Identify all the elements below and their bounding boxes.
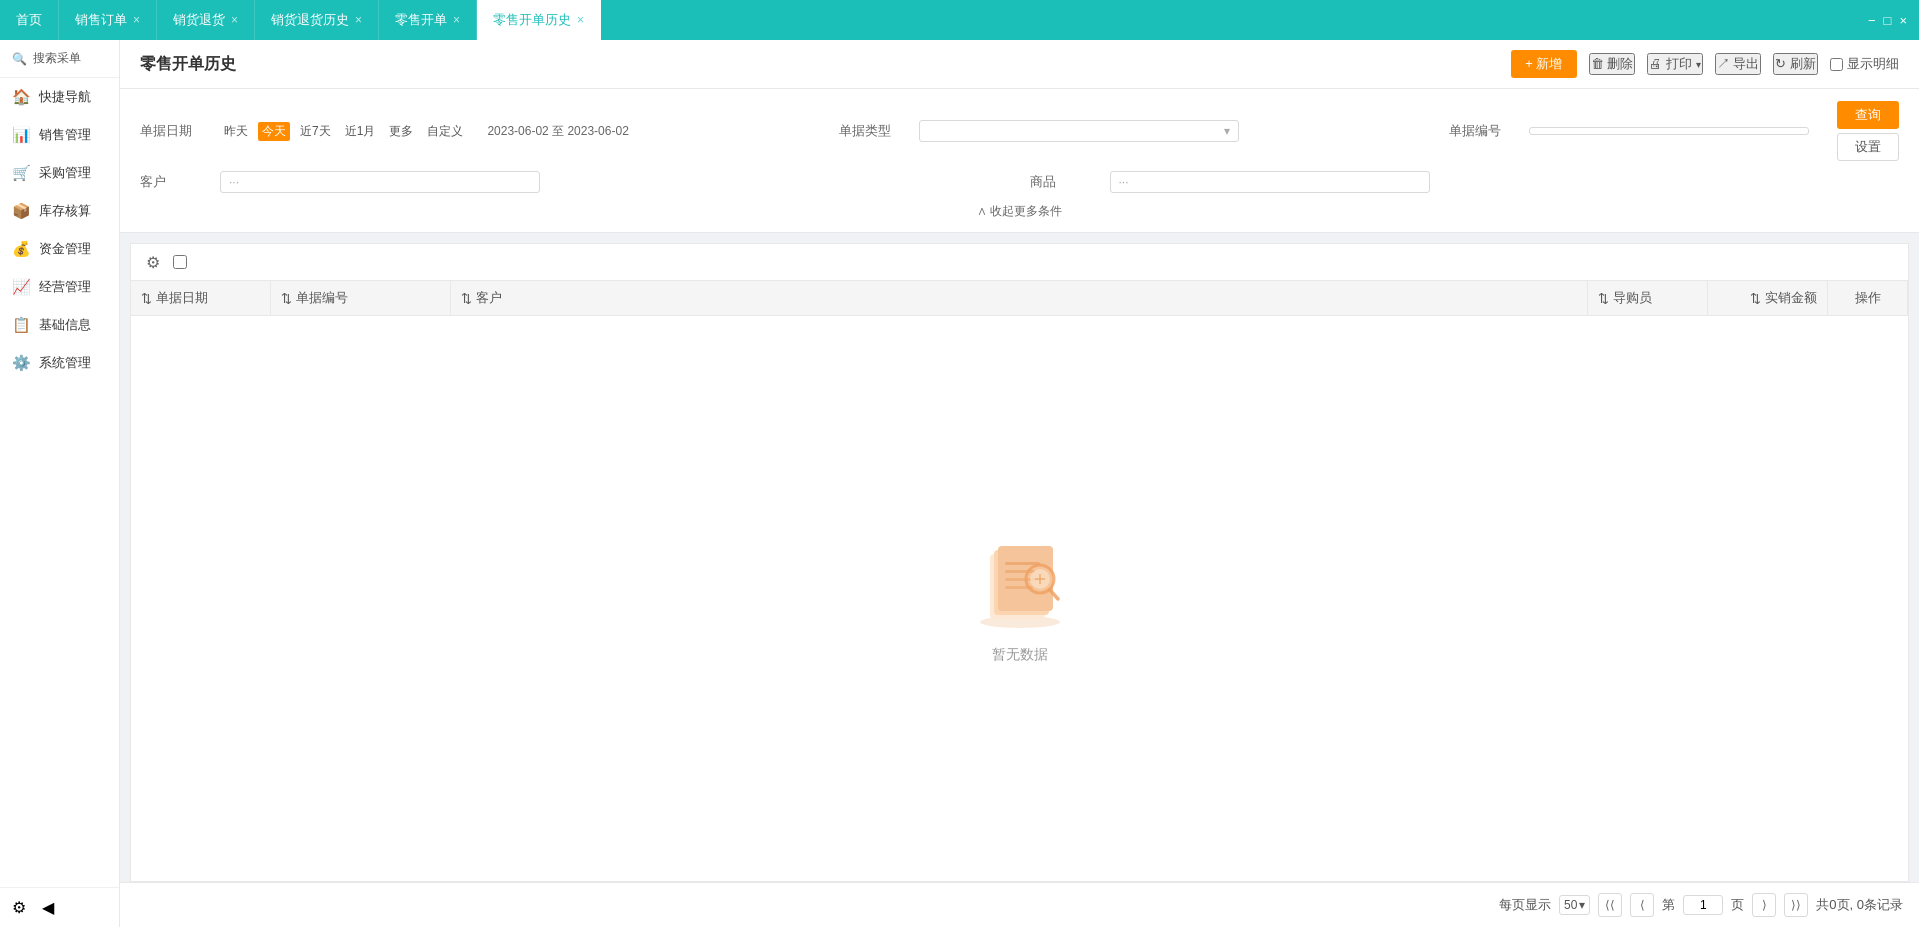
date-opt-昨天[interactable]: 昨天 [220, 122, 252, 141]
page-end-label: 页 [1731, 896, 1744, 914]
date-opt-近1月[interactable]: 近1月 [341, 122, 380, 141]
sidebar-item-finance[interactable]: 💰资金管理 [0, 230, 119, 268]
sidebar-search[interactable]: 🔍 搜索采单 [0, 40, 119, 78]
content-area: 零售开单历史 + 新增 🗑 删除 🖨 打印 ▾ ↗ 导出 ↻ 刷新 [120, 40, 1919, 927]
col-customer[interactable]: ⇅ 客户 [451, 281, 1588, 315]
tab-close-sales-return[interactable]: × [231, 13, 238, 27]
search-icon: 🔍 [12, 52, 27, 66]
page-number-input[interactable] [1683, 895, 1723, 915]
nav-tab-sales-return-history[interactable]: 销货退货历史× [255, 0, 379, 40]
nav-tab-retail-open[interactable]: 零售开单× [379, 0, 477, 40]
sidebar-item-quick-nav[interactable]: 🏠快捷导航 [0, 78, 119, 116]
date-range-text: 2023-06-02 至 2023-06-02 [487, 123, 628, 140]
date-options: 昨天今天近7天近1月更多自定义 [220, 122, 467, 141]
settings-button[interactable]: 设置 [1837, 133, 1899, 161]
num-filter-label: 单据编号 [1449, 122, 1509, 140]
nav-tabs: 首页销售订单×销货退货×销货退货历史×零售开单×零售开单历史× [0, 0, 1856, 40]
query-button[interactable]: 查询 [1837, 101, 1899, 129]
col-num[interactable]: ⇅ 单据编号 [271, 281, 451, 315]
main-layout: 🔍 搜索采单 🏠快捷导航📊销售管理🛒采购管理📦库存核算💰资金管理📈经营管理📋基础… [0, 40, 1919, 927]
customer-dots: ··· [229, 175, 239, 189]
sidebar-bottom: ⚙ ◀ [0, 887, 119, 927]
per-page-label: 每页显示 [1499, 896, 1551, 914]
type-filter-label: 单据类型 [839, 122, 899, 140]
nav-tab-sales-return[interactable]: 销货退货× [157, 0, 255, 40]
date-opt-近7天[interactable]: 近7天 [296, 122, 335, 141]
close-button[interactable]: × [1899, 13, 1907, 28]
print-button[interactable]: 🖨 打印 ▾ [1647, 53, 1703, 75]
table-toolbar-row: ⚙ [131, 244, 1908, 281]
empty-illustration [960, 534, 1080, 634]
print-arrow-icon: ▾ [1696, 59, 1701, 70]
first-page-btn[interactable]: ⟨⟨ [1598, 893, 1622, 917]
empty-text: 暂无数据 [992, 646, 1048, 664]
window-controls: − □ × [1856, 13, 1919, 28]
refresh-button[interactable]: ↻ 刷新 [1773, 53, 1818, 75]
pagination: 每页显示 50 ▾ ⟨⟨ ⟨ 第 页 ⟩ ⟩⟩ 共0页, 0条记录 [120, 882, 1919, 927]
table-header: ⇅ 单据日期 ⇅ 单据编号 ⇅ 客户 ⇅ 导购员 ⇅ 实销金额 [131, 281, 1908, 316]
date-filter-label: 单据日期 [140, 122, 200, 140]
sidebar-item-inventory[interactable]: 📦库存核算 [0, 192, 119, 230]
prev-page-btn[interactable]: ⟨ [1630, 893, 1654, 917]
export-button[interactable]: ↗ 导出 [1715, 53, 1762, 75]
date-opt-更多[interactable]: 更多 [385, 122, 417, 141]
sidebar-item-basic-info[interactable]: 📋基础信息 [0, 306, 119, 344]
type-filter-select[interactable]: ▾ [919, 120, 1239, 142]
sidebar-items-container: 🏠快捷导航📊销售管理🛒采购管理📦库存核算💰资金管理📈经营管理📋基础信息⚙️系统管… [0, 78, 119, 382]
tab-close-retail-history[interactable]: × [577, 13, 584, 27]
filter-area: 单据日期 昨天今天近7天近1月更多自定义 2023-06-02 至 2023-0… [120, 89, 1919, 233]
tab-close-retail-open[interactable]: × [453, 13, 460, 27]
next-page-btn[interactable]: ⟩ [1752, 893, 1776, 917]
toolbar: + 新增 🗑 删除 🖨 打印 ▾ ↗ 导出 ↻ 刷新 显示明细 [1511, 50, 1899, 78]
sidebar-item-purchase-mgmt[interactable]: 🛒采购管理 [0, 154, 119, 192]
minimize-button[interactable]: − [1868, 13, 1876, 28]
sidebar: 🔍 搜索采单 🏠快捷导航📊销售管理🛒采购管理📦库存核算💰资金管理📈经营管理📋基础… [0, 40, 120, 927]
page-title: 零售开单历史 [140, 54, 236, 75]
delete-button[interactable]: 🗑 删除 [1589, 53, 1636, 75]
col-amount[interactable]: ⇅ 实销金额 [1708, 281, 1828, 315]
sidebar-collapse-icon[interactable]: ◀ [42, 898, 54, 917]
table-area: ⚙ ⇅ 单据日期 ⇅ 单据编号 ⇅ 客户 ⇅ 导购员 [130, 243, 1909, 882]
per-page-select[interactable]: 50 ▾ [1559, 895, 1590, 915]
sidebar-settings-icon[interactable]: ⚙ [12, 898, 26, 917]
page-label: 第 [1662, 896, 1675, 914]
table-settings-icon[interactable]: ⚙ [141, 250, 165, 274]
tab-close-sales-return-history[interactable]: × [355, 13, 362, 27]
date-opt-自定义[interactable]: 自定义 [423, 122, 467, 141]
top-navigation: 首页销售订单×销货退货×销货退货历史×零售开单×零售开单历史× − □ × [0, 0, 1919, 40]
num-filter-input[interactable] [1529, 127, 1809, 135]
filter-row-1: 单据日期 昨天今天近7天近1月更多自定义 2023-06-02 至 2023-0… [140, 101, 1899, 161]
add-button[interactable]: + 新增 [1511, 50, 1576, 78]
sidebar-item-sys-mgmt[interactable]: ⚙️系统管理 [0, 344, 119, 382]
nav-tab-retail-history[interactable]: 零售开单历史× [477, 0, 601, 40]
display-detail-checkbox[interactable]: 显示明细 [1830, 55, 1899, 73]
maximize-button[interactable]: □ [1884, 13, 1892, 28]
goods-filter-label: 商品 [1030, 173, 1090, 191]
col-date[interactable]: ⇅ 单据日期 [131, 281, 271, 315]
customer-filter-select[interactable]: ··· [220, 171, 540, 193]
col-action: 操作 [1828, 281, 1908, 315]
customer-filter-label: 客户 [140, 173, 200, 191]
date-opt-今天[interactable]: 今天 [258, 122, 290, 141]
tab-close-sales-order[interactable]: × [133, 13, 140, 27]
sidebar-item-operations[interactable]: 📈经营管理 [0, 268, 119, 306]
filter-row-2: 客户 ··· 商品 ··· [140, 171, 1899, 193]
col-guide[interactable]: ⇅ 导购员 [1588, 281, 1708, 315]
goods-dots: ··· [1119, 175, 1129, 189]
total-label: 共0页, 0条记录 [1816, 896, 1903, 914]
sidebar-search-label: 搜索采单 [33, 50, 81, 67]
empty-state: 暂无数据 [131, 316, 1908, 881]
select-all-checkbox[interactable] [173, 255, 187, 269]
sidebar-item-sales-mgmt[interactable]: 📊销售管理 [0, 116, 119, 154]
last-page-btn[interactable]: ⟩⟩ [1784, 893, 1808, 917]
goods-filter-select[interactable]: ··· [1110, 171, 1430, 193]
page-header: 零售开单历史 + 新增 🗑 删除 🖨 打印 ▾ ↗ 导出 ↻ 刷新 [120, 40, 1919, 89]
collapse-more-btn[interactable]: ∧ 收起更多条件 [140, 203, 1899, 220]
nav-tab-sales-order[interactable]: 销售订单× [59, 0, 157, 40]
nav-tab-home[interactable]: 首页 [0, 0, 59, 40]
type-select-arrow: ▾ [1224, 124, 1230, 138]
